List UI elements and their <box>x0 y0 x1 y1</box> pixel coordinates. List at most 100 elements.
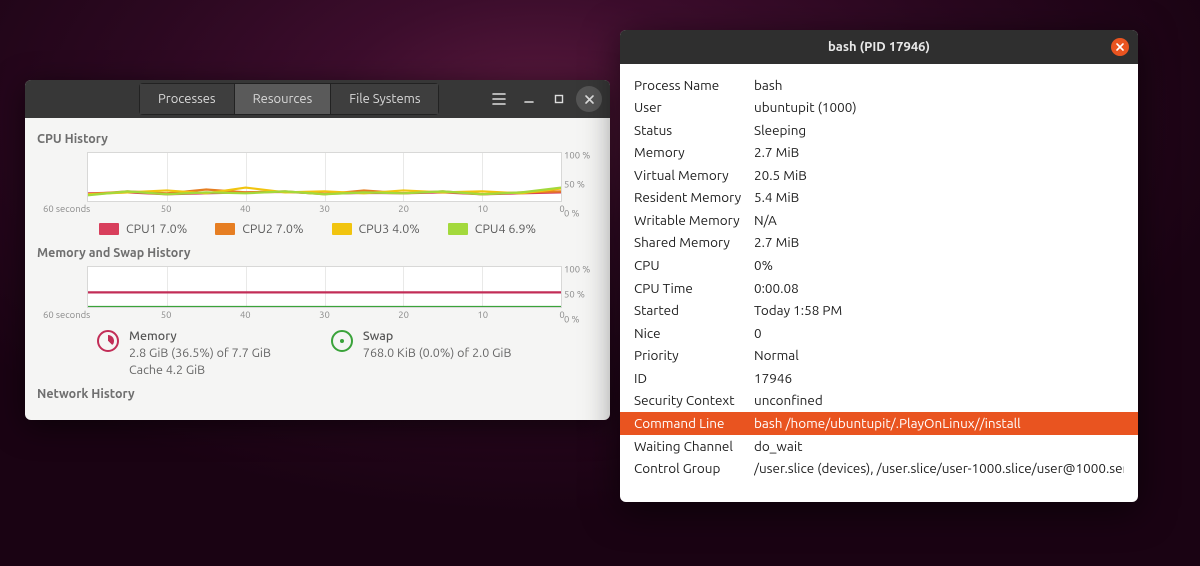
cpu-legend: CPU1 7.0% CPU2 7.0% CPU3 4.0% CPU4 6.9% <box>37 222 598 236</box>
property-value: 17946 <box>754 369 1124 389</box>
property-row[interactable]: Memory2.7 MiB <box>620 142 1138 165</box>
property-key: Started <box>634 301 754 321</box>
memory-label: Memory <box>129 328 271 345</box>
property-row[interactable]: ID17946 <box>620 367 1138 390</box>
property-value: Today 1:58 PM <box>754 301 1124 321</box>
property-value: unconfined <box>754 391 1124 411</box>
dialog-title: bash (PID 17946) <box>620 40 1138 54</box>
system-monitor-window: Processes Resources File Systems CPU His… <box>25 80 610 420</box>
legend-label: CPU4 6.9% <box>475 222 536 236</box>
memory-cache: Cache 4.2 GiB <box>129 362 271 379</box>
property-key: Control Group <box>634 459 754 479</box>
property-value: do_wait <box>754 437 1124 457</box>
property-row[interactable]: Command Linebash /home/ubuntupit/.PlayOn… <box>620 412 1138 435</box>
hamburger-menu-icon[interactable] <box>486 86 512 112</box>
memory-summary: Memory 2.8 GiB (36.5%) of 7.7 GiB Cache … <box>97 328 271 379</box>
property-key: Command Line <box>634 414 754 434</box>
property-row[interactable]: Process Namebash <box>620 74 1138 97</box>
legend-label: CPU1 7.0% <box>126 222 187 236</box>
cpu-legend-item[interactable]: CPU1 7.0% <box>99 222 187 236</box>
property-key: Memory <box>634 143 754 163</box>
property-value: bash /home/ubuntupit/.PlayOnLinux//insta… <box>754 414 1124 434</box>
legend-swatch-icon <box>99 223 119 235</box>
property-value: /user.slice (devices), /user.slice/user-… <box>754 459 1124 479</box>
maximize-icon[interactable] <box>546 86 572 112</box>
property-row[interactable]: Writable MemoryN/A <box>620 209 1138 232</box>
property-row[interactable]: Resident Memory5.4 MiB <box>620 187 1138 210</box>
property-value: 0% <box>754 256 1124 276</box>
memory-swap-summary: Memory 2.8 GiB (36.5%) of 7.7 GiB Cache … <box>37 328 598 379</box>
process-properties-window: bash (PID 17946) Process NamebashUserubu… <box>620 30 1138 502</box>
property-key: Writable Memory <box>634 211 754 231</box>
tab-resources[interactable]: Resources <box>235 83 332 115</box>
dialog-titlebar: bash (PID 17946) <box>620 30 1138 64</box>
property-value: 20.5 MiB <box>754 166 1124 186</box>
property-row[interactable]: CPU0% <box>620 255 1138 278</box>
swap-summary: Swap 768.0 KiB (0.0%) of 2.0 GiB <box>331 328 512 379</box>
property-row[interactable]: Control Group/user.slice (devices), /use… <box>620 458 1138 481</box>
cpu-legend-item[interactable]: CPU2 7.0% <box>215 222 303 236</box>
property-key: CPU <box>634 256 754 276</box>
cpu-legend-item[interactable]: CPU3 4.0% <box>332 222 420 236</box>
process-properties-list: Process NamebashUserubuntupit (1000)Stat… <box>620 64 1138 502</box>
property-key: Priority <box>634 346 754 366</box>
property-row[interactable]: CPU Time0:00.08 <box>620 277 1138 300</box>
legend-swatch-icon <box>215 223 235 235</box>
property-row[interactable]: PriorityNormal <box>620 345 1138 368</box>
cpu-chart <box>87 152 562 202</box>
property-value: 5.4 MiB <box>754 188 1124 208</box>
cpu-chart-area: 100 % 50 % 0 % 60 seconds 50 40 30 20 10… <box>37 152 598 216</box>
cpu-y-axis: 100 % 50 % 0 % <box>564 152 594 216</box>
legend-label: CPU2 7.0% <box>242 222 303 236</box>
legend-label: CPU3 4.0% <box>359 222 420 236</box>
memory-history-title: Memory and Swap History <box>37 246 598 260</box>
memory-chart-area: 100 % 50 % 0 % 60 seconds 50 40 30 20 10… <box>37 266 598 322</box>
swap-usage: 768.0 KiB (0.0%) of 2.0 GiB <box>363 345 512 362</box>
property-row[interactable]: StartedToday 1:58 PM <box>620 300 1138 323</box>
mem-x-axis: 60 seconds 50 40 30 20 10 0 <box>87 308 562 322</box>
property-row[interactable]: Shared Memory2.7 MiB <box>620 232 1138 255</box>
close-icon[interactable] <box>1111 38 1129 56</box>
tab-processes[interactable]: Processes <box>139 83 235 115</box>
property-key: Virtual Memory <box>634 166 754 186</box>
swap-pie-icon <box>331 330 353 352</box>
cpu-x-axis: 60 seconds 50 40 30 20 10 0 <box>87 202 562 216</box>
property-key: Process Name <box>634 76 754 96</box>
minimize-icon[interactable] <box>516 86 542 112</box>
close-icon[interactable] <box>576 86 602 112</box>
property-row[interactable]: Security Contextunconfined <box>620 390 1138 413</box>
property-value: Normal <box>754 346 1124 366</box>
property-key: ID <box>634 369 754 389</box>
mem-y-axis: 100 % 50 % 0 % <box>564 266 594 322</box>
cpu-history-title: CPU History <box>37 132 598 146</box>
property-value: Sleeping <box>754 121 1124 141</box>
property-row[interactable]: Waiting Channeldo_wait <box>620 435 1138 458</box>
property-value: 0 <box>754 324 1124 344</box>
property-key: Waiting Channel <box>634 437 754 457</box>
property-key: Nice <box>634 324 754 344</box>
property-key: User <box>634 98 754 118</box>
cpu-legend-item[interactable]: CPU4 6.9% <box>448 222 536 236</box>
property-key: Status <box>634 121 754 141</box>
property-row[interactable]: Userubuntupit (1000) <box>620 97 1138 120</box>
property-key: Resident Memory <box>634 188 754 208</box>
memory-pie-icon <box>97 330 119 352</box>
property-value: 2.7 MiB <box>754 233 1124 253</box>
property-value: 0:00.08 <box>754 279 1124 299</box>
legend-swatch-icon <box>448 223 468 235</box>
property-row[interactable]: Nice0 <box>620 322 1138 345</box>
property-value: bash <box>754 76 1124 96</box>
property-key: Security Context <box>634 391 754 411</box>
view-tabs: Processes Resources File Systems <box>139 83 439 115</box>
legend-swatch-icon <box>332 223 352 235</box>
network-history-title: Network History <box>37 387 598 401</box>
memory-usage: 2.8 GiB (36.5%) of 7.7 GiB <box>129 345 271 362</box>
property-key: CPU Time <box>634 279 754 299</box>
property-row[interactable]: StatusSleeping <box>620 119 1138 142</box>
property-row[interactable]: Virtual Memory20.5 MiB <box>620 164 1138 187</box>
tab-file-systems[interactable]: File Systems <box>331 83 439 115</box>
memory-chart <box>87 266 562 308</box>
property-key: Shared Memory <box>634 233 754 253</box>
window-body: CPU History 100 % 50 % 0 % 60 seconds 50… <box>25 118 610 401</box>
property-value: 2.7 MiB <box>754 143 1124 163</box>
